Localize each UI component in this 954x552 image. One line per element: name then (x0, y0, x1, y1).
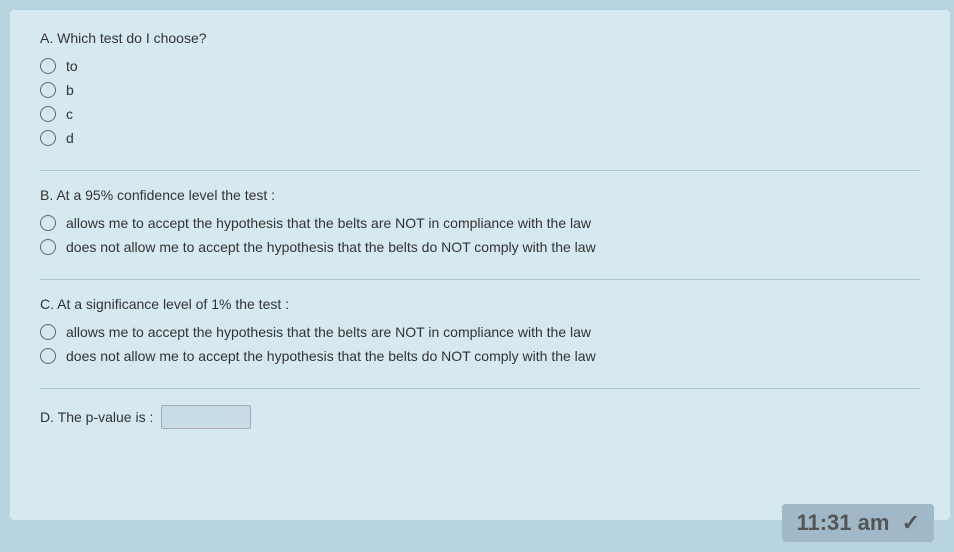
list-item: to (40, 58, 920, 74)
option-a1-text: to (66, 58, 78, 74)
question-c-block: C. At a significance level of 1% the tes… (40, 296, 920, 364)
question-b-options: allows me to accept the hypothesis that … (40, 215, 920, 255)
list-item: allows me to accept the hypothesis that … (40, 324, 920, 340)
radio-b1[interactable] (40, 215, 56, 231)
divider-ab (40, 170, 920, 171)
list-item: does not allow me to accept the hypothes… (40, 348, 920, 364)
quiz-card: A. Which test do I choose? to b c d (10, 10, 950, 520)
bottom-bar: 11:31 am ✓ (782, 504, 934, 542)
divider-cd (40, 388, 920, 389)
question-d-label: D. The p-value is : (40, 409, 153, 425)
radio-a4[interactable] (40, 130, 56, 146)
p-value-input[interactable] (161, 405, 251, 429)
option-a4-text: d (66, 130, 74, 146)
question-d-block: D. The p-value is : (40, 405, 920, 429)
list-item: does not allow me to accept the hypothes… (40, 239, 920, 255)
radio-a2[interactable] (40, 82, 56, 98)
question-a-block: A. Which test do I choose? to b c d (40, 30, 920, 146)
question-c-label: C. At a significance level of 1% the tes… (40, 296, 920, 312)
checkmark-icon: ✓ (902, 510, 920, 535)
time-display: 11:31 am ✓ (782, 504, 934, 542)
time-text: 11:31 am (796, 510, 889, 535)
option-a3-text: c (66, 106, 73, 122)
question-b-label: B. At a 95% confidence level the test : (40, 187, 920, 203)
radio-c1[interactable] (40, 324, 56, 340)
option-b1-text: allows me to accept the hypothesis that … (66, 215, 591, 231)
list-item: d (40, 130, 920, 146)
option-c2-text: does not allow me to accept the hypothes… (66, 348, 596, 364)
radio-c2[interactable] (40, 348, 56, 364)
option-c1-text: allows me to accept the hypothesis that … (66, 324, 591, 340)
question-c-options: allows me to accept the hypothesis that … (40, 324, 920, 364)
list-item: c (40, 106, 920, 122)
divider-bc (40, 279, 920, 280)
list-item: b (40, 82, 920, 98)
question-a-options: to b c d (40, 58, 920, 146)
radio-a3[interactable] (40, 106, 56, 122)
question-a-label: A. Which test do I choose? (40, 30, 920, 46)
list-item: allows me to accept the hypothesis that … (40, 215, 920, 231)
option-a2-text: b (66, 82, 74, 98)
p-value-row: D. The p-value is : (40, 405, 920, 429)
radio-b2[interactable] (40, 239, 56, 255)
radio-a1[interactable] (40, 58, 56, 74)
main-container: A. Which test do I choose? to b c d (0, 0, 954, 552)
question-b-block: B. At a 95% confidence level the test : … (40, 187, 920, 255)
option-b2-text: does not allow me to accept the hypothes… (66, 239, 596, 255)
